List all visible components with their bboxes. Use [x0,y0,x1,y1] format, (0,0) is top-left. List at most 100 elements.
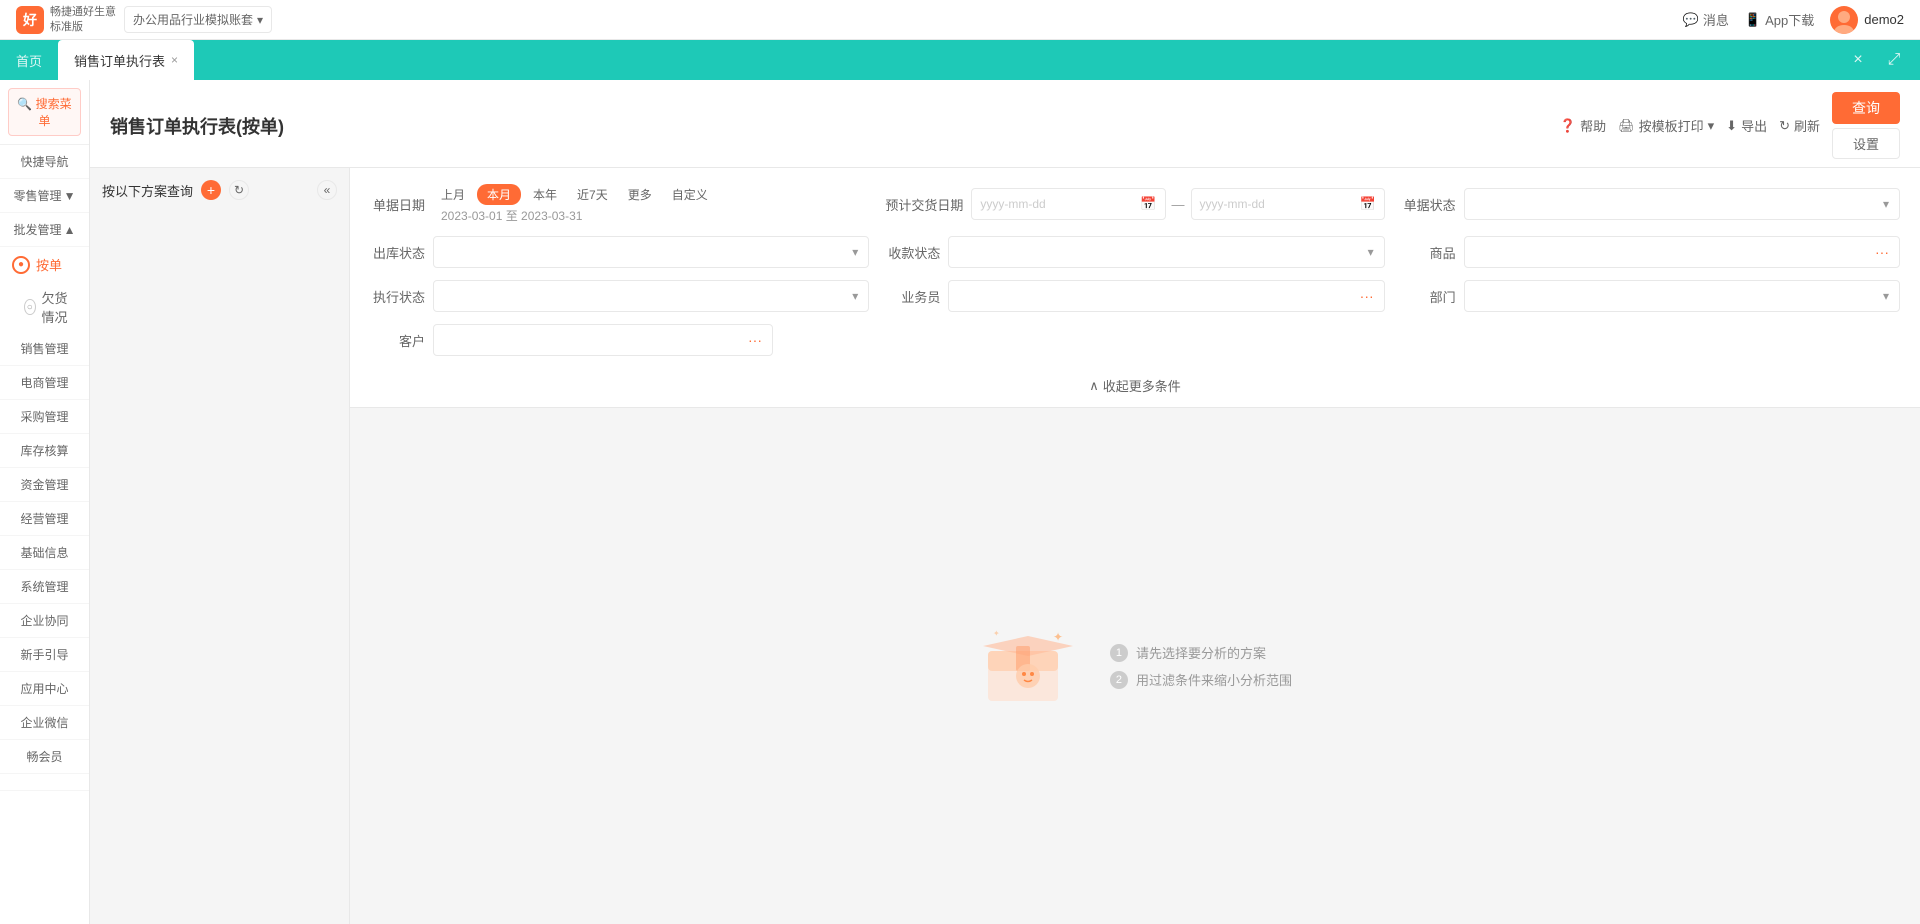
sidebar-item-apps[interactable]: 企业微信 [0,706,89,740]
goods-group: 商品 ··· [1401,236,1900,268]
tab-home[interactable]: 首页 [0,40,58,80]
date-tab-last7[interactable]: 近7天 [569,184,616,205]
goods-label: 商品 [1401,243,1456,262]
date-tab-last-month[interactable]: 上月 [433,184,473,205]
search-menu-button[interactable]: 🔍 搜索菜单 [8,88,81,136]
add-plan-button[interactable]: + [201,180,221,200]
sidebar-item-system[interactable]: 企业协同 [0,604,89,638]
action-buttons: 查询 设置 [1832,92,1900,159]
date-tab-this-year[interactable]: 本年 [525,184,565,205]
top-bar: 好 畅捷通好生意 标准版 办公用品行业模拟账套 ▾ 💬 消息 📱 App下载 d… [0,0,1920,40]
sidebar-item-finance[interactable]: 经营管理 [0,502,89,536]
account-selector[interactable]: 办公用品行业模拟账套 ▾ [124,6,272,33]
user-profile[interactable]: demo2 [1830,6,1904,34]
sidebar-item-basic[interactable]: 系统管理 [0,570,89,604]
app-icon: 📱 [1745,12,1761,28]
customer-select[interactable]: ··· [433,324,773,356]
ship-status-label: 出库状态 [370,243,425,262]
print-button[interactable]: 🖨 按模板打印 ▾ [1618,116,1714,135]
status-filter-group: 单据状态 ▾ [1401,184,1900,224]
collect-chevron-icon: ▾ [1368,245,1374,259]
content-body: 按以下方案查询 + ↻ « [90,168,1920,924]
ship-chevron-icon: ▾ [852,245,858,259]
collect-status-group: 收款状态 ▾ [885,236,1384,268]
expected-date-group: 预计交货日期 yyyy-mm-dd 📅 — yyyy-mm-dd 📅 [885,184,1384,224]
exec-status-label: 执行状态 [370,287,425,306]
inactive-item-icon: ○ [24,299,36,315]
sidebar-item-member[interactable] [0,774,89,791]
salesman-select[interactable]: ··· [948,280,1384,312]
sidebar-item-operations[interactable]: 基础信息 [0,536,89,570]
expected-date-from[interactable]: yyyy-mm-dd 📅 [971,188,1165,220]
tab-close-icon[interactable]: × [171,53,178,67]
collapse-filter-button[interactable]: ∧ 收起更多条件 [370,368,1900,407]
sidebar-item-ecommerce[interactable]: 采购管理 [0,400,89,434]
sidebar-item-corp[interactable]: 新手引导 [0,638,89,672]
logo-area[interactable]: 好 畅捷通好生意 标准版 [16,5,116,34]
empty-content: ✦ ✦ 1 请先选择要 [978,621,1292,711]
sidebar-sub-press-order[interactable]: ● 按单 [0,247,89,282]
status-select[interactable]: ▾ [1464,188,1900,220]
date-tabs: 上月 本月 本年 近7天 更多 自定义 [433,184,869,205]
dept-chevron-icon: ▾ [1883,289,1889,303]
date-filter-group: 单据日期 上月 本月 本年 近7天 更多 自定义 20 [370,184,869,224]
content-area: 销售订单执行表(按单) ❓ 帮助 🖨 按模板打印 ▾ ⬇ 导出 ↻ 刷新 [90,80,1920,924]
app-download-button[interactable]: 📱 App下载 [1745,10,1814,29]
sidebar-search: 🔍 搜索菜单 [0,80,89,145]
expected-date-picker: yyyy-mm-dd 📅 — yyyy-mm-dd 📅 [971,188,1384,220]
date-tab-more[interactable]: 更多 [620,184,660,205]
date-range-display: 2023-03-01 至 2023-03-31 [441,207,869,224]
exec-status-select[interactable]: ▾ [433,280,869,312]
date-label: 单据日期 [370,195,425,214]
sidebar-quick-nav[interactable]: 快捷导航 [0,145,89,179]
date-tab-this-month[interactable]: 本月 [477,184,521,205]
filter-row-2: 出库状态 ▾ 收款状态 ▾ [370,236,1900,268]
message-button[interactable]: 💬 消息 [1683,10,1729,29]
hint-num-2: 2 [1110,671,1128,689]
help-button[interactable]: ❓ 帮助 [1560,116,1606,135]
settings-button[interactable]: 设置 [1832,128,1900,159]
sidebar-item-retail[interactable]: 零售管理 ▼ [0,179,89,213]
sidebar-item-sales[interactable]: 电商管理 [0,366,89,400]
sidebar: 🔍 搜索菜单 快捷导航 零售管理 ▼ 批发管理 ▲ ● 按单 ○ 欠货情况 销售… [0,80,90,924]
sidebar-item-inventory[interactable]: 资金管理 [0,468,89,502]
tab-bar-actions: × ⤢ [1844,46,1920,74]
hint-num-1: 1 [1110,644,1128,662]
print-icon: 🖨 [1618,118,1635,134]
sidebar-item-newbie[interactable]: 应用中心 [0,672,89,706]
filter-row-1: 单据日期 上月 本月 本年 近7天 更多 自定义 20 [370,184,1900,224]
collapse-panel-icon: « [324,183,331,197]
expected-date-label: 预计交货日期 [885,195,963,214]
refresh-button[interactable]: ↻ 刷新 [1779,116,1820,135]
empty-illustration: ✦ ✦ [978,621,1078,711]
query-button[interactable]: 查询 [1832,92,1900,124]
collect-status-select[interactable]: ▾ [948,236,1384,268]
calendar-from-icon: 📅 [1140,196,1156,212]
expected-date-to[interactable]: yyyy-mm-dd 📅 [1191,188,1385,220]
sidebar-item-purchase[interactable]: 库存核算 [0,434,89,468]
refresh-plan-button[interactable]: ↻ [229,180,249,200]
page-title: 销售订单执行表(按单) [110,113,284,139]
goods-select[interactable]: ··· [1464,236,1900,268]
top-bar-left: 好 畅捷通好生意 标准版 办公用品行业模拟账套 ▾ [16,5,272,34]
main-layout: 🔍 搜索菜单 快捷导航 零售管理 ▼ 批发管理 ▲ ● 按单 ○ 欠货情况 销售… [0,80,1920,924]
expand-window-button[interactable]: ⤢ [1880,46,1908,74]
tab-sales-exec[interactable]: 销售订单执行表 × [58,40,194,80]
close-window-button[interactable]: × [1844,46,1872,74]
sidebar-item-marketing[interactable]: 销售管理 [0,332,89,366]
exec-status-group: 执行状态 ▾ [370,280,869,312]
empty-hint-2: 2 用过滤条件来缩小分析范围 [1110,670,1292,689]
collapse-icon: ∧ [1089,378,1099,394]
export-button[interactable]: ⬇ 导出 [1726,116,1767,135]
dept-group: 部门 ▾ [1401,280,1900,312]
sidebar-sub-owe-goods[interactable]: ○ 欠货情况 [0,282,89,332]
sidebar-item-wechat[interactable]: 畅会员 [0,740,89,774]
sidebar-item-wholesale[interactable]: 批发管理 ▲ [0,213,89,247]
dept-select[interactable]: ▾ [1464,280,1900,312]
ship-status-select[interactable]: ▾ [433,236,869,268]
date-tab-custom[interactable]: 自定义 [664,184,716,205]
logo-text: 畅捷通好生意 标准版 [50,5,116,34]
customer-label: 客户 [370,331,425,350]
export-icon: ⬇ [1726,118,1737,134]
collapse-panel-button[interactable]: « [317,180,337,200]
